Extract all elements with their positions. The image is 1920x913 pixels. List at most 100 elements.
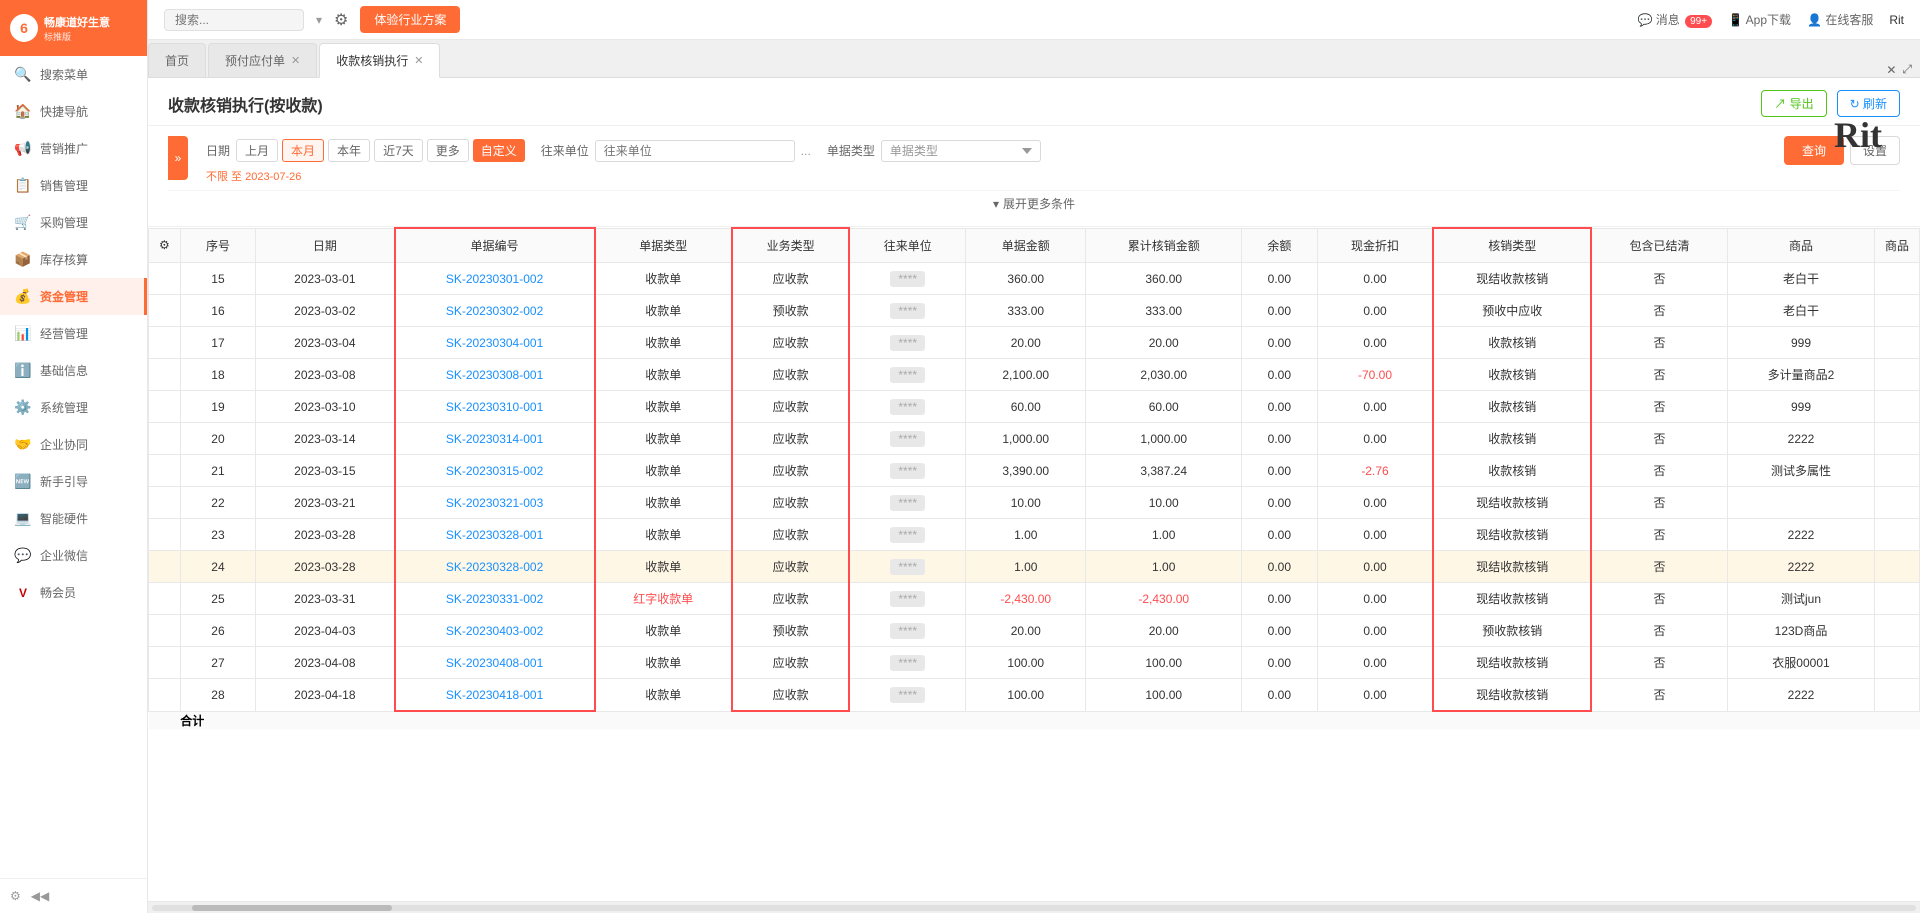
app-download-btn[interactable]: 📱 App下载 [1728, 11, 1791, 28]
row-counterparty: **** [849, 647, 965, 679]
voucher-no-link[interactable]: SK-20230321-003 [446, 496, 543, 510]
export-button[interactable]: ↗ 导出 [1761, 90, 1826, 117]
sidebar-item-corp[interactable]: 🤝 企业协同 [0, 426, 147, 463]
industry-btn[interactable]: 体验行业方案 [360, 6, 460, 33]
date-btn-last-month[interactable]: 上月 [236, 139, 278, 162]
row-date: 2023-03-21 [256, 487, 395, 519]
export-icon: ↗ [1774, 97, 1786, 111]
row-biz-type: 预收款 [732, 615, 849, 647]
sidebar-item-basic[interactable]: ℹ️ 基础信息 [0, 352, 147, 389]
filter-toggle-button[interactable]: » [168, 136, 188, 180]
topbar-settings-icon[interactable]: ⚙ [334, 10, 348, 30]
tab-prepay-close[interactable]: ✕ [291, 54, 300, 67]
date-btn-7days[interactable]: 近7天 [374, 139, 423, 162]
row-voucher-no: SK-20230321-003 [395, 487, 595, 519]
voucher-no-link[interactable]: SK-20230315-002 [446, 464, 543, 478]
row-cash-discount: 0.00 [1317, 295, 1433, 327]
table-settings-icon[interactable]: ⚙ [159, 238, 170, 252]
sidebar-item-ops[interactable]: 📊 经营管理 [0, 315, 147, 352]
topbar-dropdown-arrow[interactable]: ▾ [316, 13, 322, 27]
sidebar-item-sales[interactable]: 📋 销售管理 [0, 167, 147, 204]
row-seq: 26 [180, 615, 255, 647]
sidebar-item-quicknav[interactable]: 🏠 快捷导航 [0, 93, 147, 130]
row-goods2 [1874, 455, 1919, 487]
row-verified-amount: 1.00 [1086, 551, 1242, 583]
row-voucher-no: SK-20230314-001 [395, 423, 595, 455]
voucher-no-link[interactable]: SK-20230308-001 [446, 368, 543, 382]
sidebar-item-member[interactable]: V 畅会员 [0, 574, 147, 611]
tab-close-all-icon[interactable]: ✕ [1886, 63, 1896, 77]
date-btn-this-year[interactable]: 本年 [328, 139, 370, 162]
row-seq: 24 [180, 551, 255, 583]
voucher-no-link[interactable]: SK-20230304-001 [446, 336, 543, 350]
rit-text-overlay: Rit [1834, 114, 1882, 156]
topbar-search-input[interactable] [164, 9, 304, 31]
sidebar-item-finance[interactable]: 💰 资金管理 [0, 278, 147, 315]
message-icon[interactable]: 💬 消息 99+ [1637, 11, 1712, 28]
scrollbar-track[interactable] [152, 905, 1916, 911]
row-verify-type: 现结收款核销 [1433, 647, 1590, 679]
row-date: 2023-03-04 [256, 327, 395, 359]
row-seq: 18 [180, 359, 255, 391]
voucher-no-link[interactable]: SK-20230331-002 [446, 592, 543, 606]
table-scrollbar[interactable] [148, 901, 1920, 913]
row-settings-cell [149, 359, 181, 391]
voucher-no-link[interactable]: SK-20230301-002 [446, 272, 543, 286]
sidebar-logo-text: 畅康道好生意 标推版 [44, 14, 110, 43]
filter-expand-btn[interactable]: ▾ 展开更多条件 [168, 190, 1900, 216]
row-goods2 [1874, 295, 1919, 327]
tab-expand-icon[interactable]: ⤢ [1902, 62, 1912, 77]
filter-row-1: 日期 上月 本月 本年 近7天 更多 自定义 往来单位 [206, 136, 1900, 165]
sidebar-item-label-basic: 基础信息 [40, 362, 88, 379]
row-balance: 0.00 [1242, 551, 1317, 583]
settings-bottom-icon[interactable]: ⚙ [10, 889, 21, 903]
date-custom-btn[interactable]: 自定义 [473, 139, 525, 162]
scrollbar-thumb[interactable] [192, 905, 392, 911]
tab-receipt[interactable]: 收款核销执行 ✕ [319, 43, 440, 78]
row-settings-cell [149, 487, 181, 519]
sidebar-item-inventory[interactable]: 📦 库存核算 [0, 241, 147, 278]
row-verified-amount: 3,387.24 [1086, 455, 1242, 487]
voucher-no-link[interactable]: SK-20230302-002 [446, 304, 543, 318]
tab-home[interactable]: 首页 [148, 43, 206, 77]
date-btn-this-month[interactable]: 本月 [282, 139, 324, 162]
table-row: 22 2023-03-21 SK-20230321-003 收款单 应收款 **… [149, 487, 1920, 519]
counterparty-input[interactable] [595, 140, 795, 162]
sidebar-item-system[interactable]: ⚙️ 系统管理 [0, 389, 147, 426]
row-seq: 20 [180, 423, 255, 455]
voucher-no-link[interactable]: SK-20230408-001 [446, 656, 543, 670]
message-label: 消息 [1656, 13, 1680, 27]
row-counterparty: **** [849, 359, 965, 391]
collapse-icon[interactable]: ◀◀ [31, 889, 49, 903]
sidebar-item-label-sales: 销售管理 [40, 177, 88, 194]
col-header-settings[interactable]: ⚙ [149, 228, 181, 263]
sidebar-item-purchase[interactable]: 🛒 采购管理 [0, 204, 147, 241]
sidebar-item-wechat[interactable]: 💬 企业微信 [0, 537, 147, 574]
row-balance: 0.00 [1242, 327, 1317, 359]
voucher-no-link[interactable]: SK-20230328-002 [446, 560, 543, 574]
row-settings-cell [149, 679, 181, 712]
voucher-no-link[interactable]: SK-20230310-001 [446, 400, 543, 414]
row-cash-discount: 0.00 [1317, 423, 1433, 455]
sidebar-item-guide[interactable]: 🆕 新手引导 [0, 463, 147, 500]
sidebar-item-label-finance: 资金管理 [40, 288, 88, 305]
sidebar-bottom: ⚙ ◀◀ [0, 878, 147, 913]
sidebar-item-hardware[interactable]: 💻 智能硬件 [0, 500, 147, 537]
sidebar-item-search[interactable]: 🔍 搜索菜单 [0, 56, 147, 93]
tab-receipt-close[interactable]: ✕ [414, 54, 423, 67]
row-date: 2023-03-15 [256, 455, 395, 487]
refresh-button[interactable]: ↻ 刷新 [1837, 90, 1900, 117]
row-verify-type: 现结收款核销 [1433, 679, 1590, 712]
tab-prepay[interactable]: 预付应付单 ✕ [208, 43, 317, 77]
sidebar-item-marketing[interactable]: 📢 营销推广 [0, 130, 147, 167]
online-support-btn[interactable]: 👤 在线客服 [1807, 11, 1873, 28]
voucher-no-link[interactable]: SK-20230314-001 [446, 432, 543, 446]
voucher-no-link[interactable]: SK-20230403-002 [446, 624, 543, 638]
date-btn-more[interactable]: 更多 [427, 139, 469, 162]
row-cash-discount: 0.00 [1317, 583, 1433, 615]
voucher-no-link[interactable]: SK-20230418-001 [446, 688, 543, 702]
sidebar-item-label-ops: 经营管理 [40, 325, 88, 342]
voucher-no-link[interactable]: SK-20230328-001 [446, 528, 543, 542]
voucher-type-select[interactable]: 单据类型 [881, 140, 1041, 162]
row-cash-discount: -2.76 [1317, 455, 1433, 487]
